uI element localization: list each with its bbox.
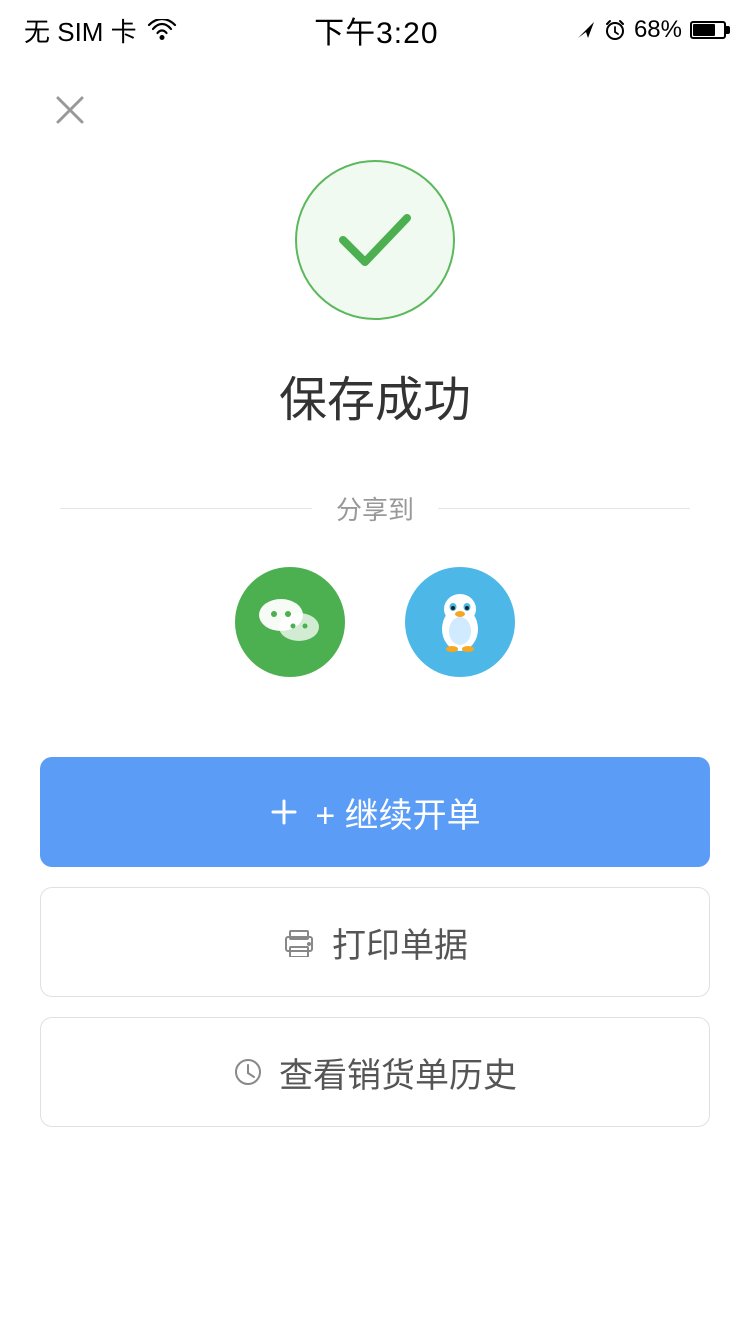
print-label: 打印单据 [332,918,468,967]
continue-label: + 继续开单 [315,788,480,837]
print-icon [282,927,316,957]
status-right: 68% [576,16,726,44]
close-button[interactable] [40,80,100,140]
share-wechat-button[interactable] [235,567,345,677]
location-icon [576,20,596,40]
battery-icon [690,21,726,39]
success-title: 保存成功 [279,360,471,430]
share-qq-button[interactable] [405,567,515,677]
wechat-icon [255,593,325,651]
close-icon [52,92,88,128]
continue-button[interactable]: + 继续开单 [40,757,710,867]
share-divider: 分享到 [0,490,750,527]
battery-percent: 68% [634,16,682,44]
actions-area: + 继续开单 打印单据 [0,757,750,1127]
no-sim-text: 无 SIM 卡 [24,12,137,49]
share-divider-text: 分享到 [312,490,438,527]
status-left: 无 SIM 卡 [24,12,177,49]
plus-icon [269,797,299,827]
history-icon [233,1057,263,1087]
status-time: 下午3:20 [314,8,438,52]
wifi-icon [147,19,177,41]
main-content: 保存成功 分享到 [0,60,750,1127]
qq-icon [425,587,495,657]
share-icons-row [235,567,515,677]
history-label: 查看销货单历史 [279,1048,517,1097]
history-button[interactable]: 查看销货单历史 [40,1017,710,1127]
success-circle [295,160,455,320]
print-button[interactable]: 打印单据 [40,887,710,997]
status-bar: 无 SIM 卡 下午3:20 68 [0,0,750,60]
alarm-icon [604,19,626,41]
checkmark-icon [335,210,415,270]
